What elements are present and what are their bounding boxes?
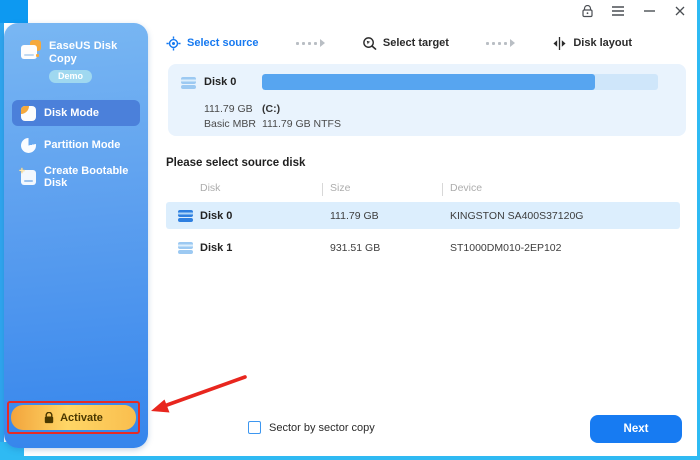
source-disk-panel: Disk 0 111.79 GB (C:) Basic MBR 111.79 G… <box>168 64 686 136</box>
activate-button[interactable]: Activate <box>11 405 136 430</box>
step-connector <box>486 39 516 47</box>
app-logo-row: EaseUS Disk Copy Demo <box>4 23 148 84</box>
cell-size: 111.79 GB <box>330 209 379 222</box>
column-header-disk: Disk <box>200 182 221 194</box>
sector-by-sector-checkbox[interactable] <box>248 421 261 434</box>
disk-icon <box>181 77 196 89</box>
panel-volume-info: 111.79 GB NTFS <box>262 118 341 130</box>
sidebar-item-partition-mode[interactable]: Partition Mode <box>12 132 140 158</box>
disk-icon <box>178 209 193 222</box>
panel-partition-style: Basic MBR <box>204 118 256 130</box>
demo-badge: Demo <box>49 70 93 83</box>
panel-volume-label: (C:) <box>262 103 281 115</box>
panel-disk-size: 111.79 GB <box>204 103 253 115</box>
app-title: EaseUS Disk Copy <box>49 40 118 65</box>
sector-copy-option: Sector by sector copy <box>248 421 375 434</box>
step-select-source[interactable]: Select source <box>166 35 259 51</box>
steps-bar: Select source Select target Disk layout <box>166 33 632 53</box>
cell-device: KINGSTON SA400S37120G <box>450 209 584 222</box>
menu-icon[interactable] <box>610 3 626 19</box>
cell-disk: Disk 0 <box>200 209 233 222</box>
sidebar-item-disk-mode[interactable]: Disk Mode <box>12 100 140 126</box>
activate-label: Activate <box>60 411 103 424</box>
step-label: Select target <box>382 37 449 49</box>
step-label: Select source <box>187 37 259 49</box>
panel-disk-name: Disk 0 <box>204 76 237 88</box>
target-icon <box>166 35 181 51</box>
lock-icon[interactable] <box>579 3 595 19</box>
table-title: Please select source disk <box>166 157 306 169</box>
table-row-disk-0[interactable]: Disk 0 111.79 GB KINGSTON SA400S37120G <box>166 202 680 229</box>
disk-layout-icon <box>553 36 566 50</box>
sidebar-menu: Disk Mode Partition Mode + Create Bootab… <box>4 100 148 190</box>
window-edge-bottom <box>0 456 700 460</box>
sidebar-item-label: Disk Mode <box>44 107 100 119</box>
next-button[interactable]: Next <box>590 415 682 443</box>
sidebar-item-create-bootable-disk[interactable]: + Create Bootable Disk <box>12 164 140 190</box>
app-logo-icon <box>21 40 41 60</box>
cell-device: ST1000DM010-2EP102 <box>450 241 562 254</box>
sector-by-sector-label: Sector by sector copy <box>269 421 375 434</box>
table-row-disk-1[interactable]: Disk 1 931.51 GB ST1000DM010-2EP102 <box>166 234 680 261</box>
disk-usage-bar <box>262 74 658 90</box>
lock-icon <box>44 411 54 423</box>
window-corner-accent <box>0 0 28 23</box>
sidebar-item-label: Create Bootable Disk <box>44 165 129 189</box>
minimize-icon[interactable] <box>641 3 657 19</box>
target-search-icon <box>363 36 377 50</box>
cell-disk: Disk 1 <box>200 241 233 254</box>
disk-table: Disk 0 111.79 GB KINGSTON SA400S37120G D… <box>166 202 680 266</box>
disk-mode-icon <box>21 105 36 121</box>
step-disk-layout[interactable]: Disk layout <box>552 36 633 50</box>
step-label: Disk layout <box>573 37 633 49</box>
column-divider <box>322 183 323 196</box>
close-icon[interactable] <box>672 3 688 19</box>
sidebar: EaseUS Disk Copy Demo Disk Mode Partitio… <box>4 23 148 448</box>
app-window: EaseUS Disk Copy Demo Disk Mode Partitio… <box>0 0 700 460</box>
cell-size: 931.51 GB <box>330 241 381 254</box>
column-header-device: Device <box>450 182 483 194</box>
step-select-target[interactable]: Select target <box>362 36 449 51</box>
table-header: Disk Size Device <box>166 182 680 198</box>
activate-annotation-box: Activate <box>7 401 140 434</box>
column-header-size: Size <box>330 182 351 194</box>
sidebar-item-label: Partition Mode <box>44 139 121 151</box>
column-divider <box>442 183 443 196</box>
create-bootable-disk-icon: + <box>19 166 36 185</box>
disk-icon <box>178 241 193 254</box>
step-connector <box>295 39 325 47</box>
partition-mode-icon <box>21 137 36 153</box>
titlebar-controls <box>579 3 688 19</box>
disk-usage-fill <box>262 74 595 90</box>
